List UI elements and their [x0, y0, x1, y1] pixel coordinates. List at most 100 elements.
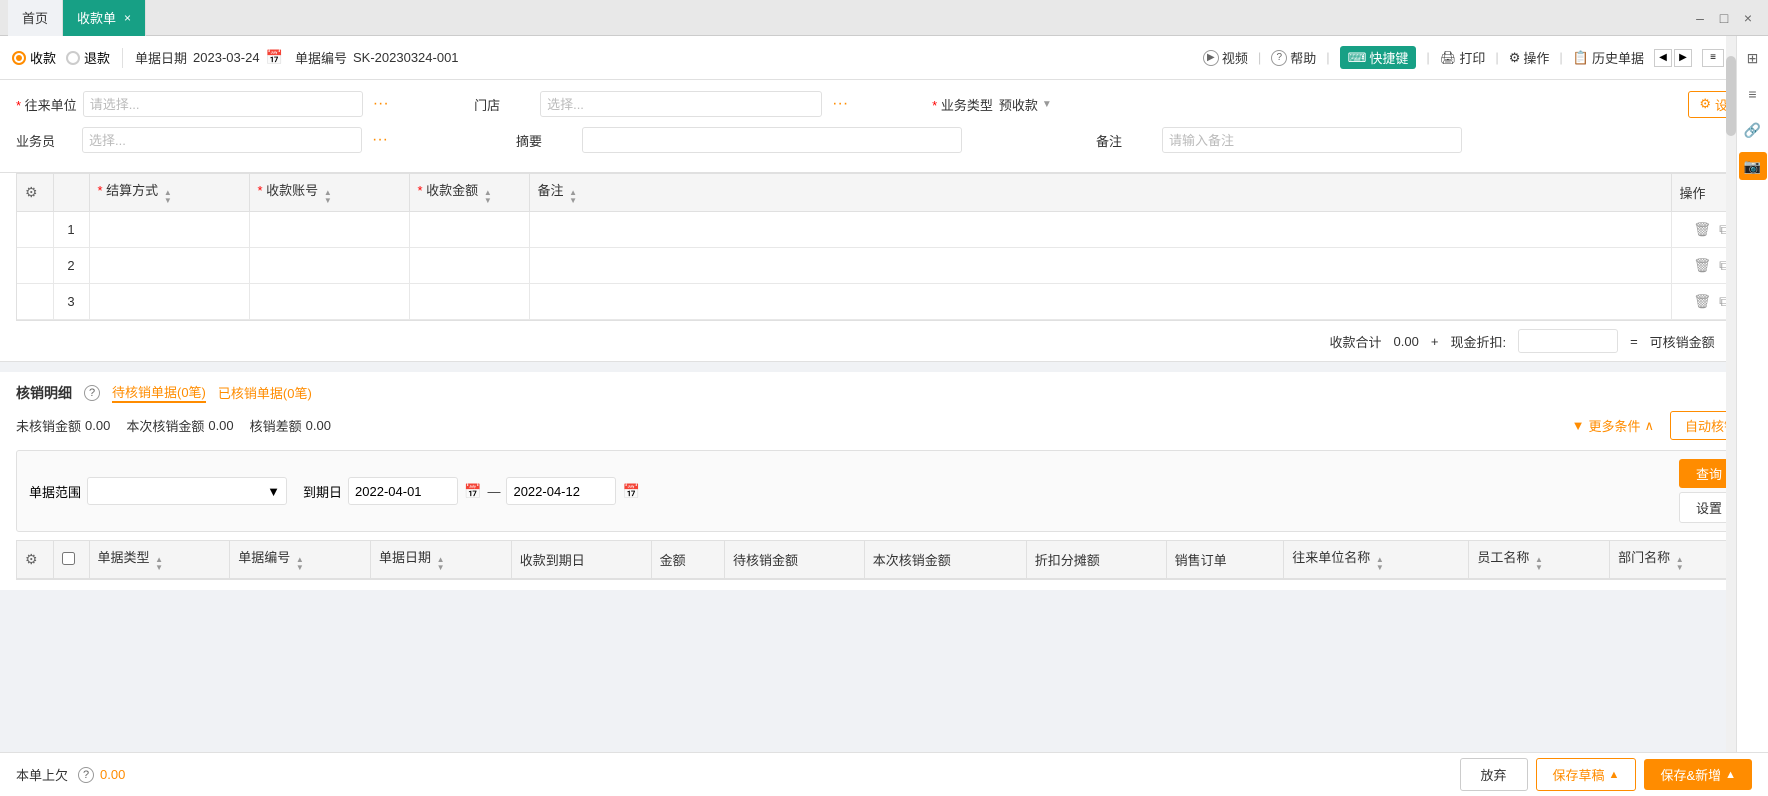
reconcile-section: 核销明细 ? 待核销单据(0笔) 已核销单据(0笔) 未核销金额 0.00 本次…	[0, 372, 1768, 590]
help-link[interactable]: ? 帮助	[1271, 48, 1316, 67]
due-date-field: 到期日 📅 — 📅	[303, 477, 640, 505]
reconcile-header: 核销明细 ? 待核销单据(0笔) 已核销单据(0笔)	[16, 382, 1752, 403]
counterpart-more-icon[interactable]: ···	[369, 95, 393, 113]
remark-field: 备注	[1096, 126, 1752, 154]
row-delete-icon-2[interactable]: 🗑	[1693, 257, 1711, 274]
radio-receipt[interactable]: 收款	[12, 48, 56, 67]
completed-tab[interactable]: 已核销单据(0笔)	[218, 383, 312, 402]
minimize-button[interactable]: –	[1692, 10, 1708, 26]
td-account-2[interactable]	[249, 248, 409, 284]
bth-sales-order: 销售订单	[1166, 541, 1284, 579]
summary-field: 摘要	[516, 126, 1016, 154]
number-label: 单据编号	[295, 48, 347, 67]
sidebar-icon-1[interactable]: ⊞	[1739, 44, 1767, 72]
tab-home[interactable]: 首页	[8, 0, 63, 36]
store-input[interactable]	[540, 91, 822, 117]
td-account-1[interactable]	[249, 212, 409, 248]
tab-receipt[interactable]: 收款单 ×	[63, 0, 146, 36]
staff-input[interactable]	[82, 127, 362, 153]
td-num-2: 2	[53, 248, 89, 284]
more-conditions-button[interactable]: ▼ 更多条件 ∧	[1572, 416, 1654, 435]
store-label: 门店	[474, 95, 534, 114]
reconcile-title: 核销明细	[16, 383, 72, 403]
nav-next-button[interactable]: ▶	[1674, 49, 1692, 67]
sidebar-icon-2[interactable]: ≡	[1739, 80, 1767, 108]
receivable-label: 可核销金额	[1650, 332, 1715, 351]
table-row: 3 🗑 ⧉	[17, 284, 1751, 320]
th-amount: 收款金额 ▲▼	[409, 174, 529, 212]
td-settle-1[interactable]	[89, 212, 249, 248]
print-button[interactable]: 🖨 打印	[1440, 48, 1486, 67]
history-button[interactable]: 📋 历史单据	[1573, 48, 1644, 67]
range-select[interactable]: ▼	[87, 477, 287, 505]
scrollbar-thumb[interactable]	[1726, 56, 1736, 136]
cal-icon-from[interactable]: 📅	[464, 483, 481, 500]
reconcile-help-icon[interactable]: ?	[84, 385, 100, 401]
video-link[interactable]: ▶ 视频	[1203, 48, 1248, 67]
counterpart-input[interactable]	[83, 91, 363, 117]
bth-counterpart: 往来单位名称 ▲▼	[1284, 541, 1469, 579]
date-calendar-icon[interactable]: 📅	[266, 49, 283, 66]
save-new-button[interactable]: 保存&新增 ▲	[1644, 759, 1752, 790]
footer: 本单上欠 ? 0.00 放弃 保存草稿 ▲ 保存&新增 ▲	[0, 752, 1768, 796]
table-gear-icon[interactable]: ⚙	[25, 184, 38, 200]
sidebar-icon-camera[interactable]: 📷	[1739, 152, 1767, 180]
pending-tab[interactable]: 待核销单据(0笔)	[112, 382, 206, 403]
staff-more-icon[interactable]: ···	[368, 131, 392, 149]
current-amount-item: 本次核销金额 0.00	[126, 416, 233, 435]
bottom-table-gear-icon[interactable]: ⚙	[25, 551, 38, 567]
diff-value: 0.00	[306, 418, 331, 433]
td-amount-1[interactable]	[409, 212, 529, 248]
biz-type-dropdown[interactable]: 预收款 ▼	[999, 95, 1052, 114]
td-amount-2[interactable]	[409, 248, 529, 284]
sidebar-icon-attach[interactable]: 🔗	[1739, 116, 1767, 144]
td-num-1: 1	[53, 212, 89, 248]
number-value[interactable]: SK-20230324-001	[353, 50, 459, 65]
remark-input[interactable]	[1162, 127, 1462, 153]
th-account: 收款账号 ▲▼	[249, 174, 409, 212]
toolbar-divider	[122, 48, 123, 68]
td-note-2[interactable]	[529, 248, 1671, 284]
shortcut-button[interactable]: ⌨ 快捷键	[1340, 46, 1417, 69]
radio-group: 收款 退款	[12, 48, 110, 67]
th-gear[interactable]: ⚙	[17, 174, 53, 212]
due-date-from-input[interactable]	[348, 477, 458, 505]
maximize-button[interactable]: □	[1716, 10, 1732, 26]
radio-refund[interactable]: 退款	[66, 48, 110, 67]
layout-list-button[interactable]: ≡	[1702, 49, 1724, 67]
td-amount-3[interactable]	[409, 284, 529, 320]
nav-prev-button[interactable]: ◀	[1654, 49, 1672, 67]
abandon-button[interactable]: 放弃	[1460, 758, 1528, 791]
td-gear-2	[17, 248, 53, 284]
td-num-3: 3	[53, 284, 89, 320]
operate-icon: ⚙	[1509, 50, 1521, 66]
toolbar: 收款 退款 单据日期 2023-03-24 📅 单据编号 SK-20230324…	[0, 36, 1768, 80]
row-delete-icon-1[interactable]: 🗑	[1693, 221, 1711, 238]
store-field: 门店 ···	[474, 90, 852, 118]
tab-close-icon[interactable]: ×	[124, 11, 131, 25]
radio-receipt-circle	[12, 51, 26, 65]
bth-date: 单据日期 ▲▼	[371, 541, 512, 579]
row-delete-icon-3[interactable]: 🗑	[1693, 293, 1711, 310]
td-settle-2[interactable]	[89, 248, 249, 284]
td-note-1[interactable]	[529, 212, 1671, 248]
footer-help-icon[interactable]: ?	[78, 767, 94, 783]
store-more-icon[interactable]: ···	[828, 95, 852, 113]
td-settle-3[interactable]	[89, 284, 249, 320]
due-date-to-input[interactable]	[506, 477, 616, 505]
discount-input[interactable]	[1518, 329, 1618, 353]
date-value[interactable]: 2023-03-24	[193, 50, 260, 65]
due-date-label: 到期日	[303, 482, 342, 501]
summary-input[interactable]	[582, 127, 962, 153]
radio-refund-circle	[66, 51, 80, 65]
operate-button[interactable]: ⚙ 操作	[1509, 48, 1550, 67]
bth-gear[interactable]: ⚙	[17, 541, 53, 579]
cal-icon-to[interactable]: 📅	[622, 483, 639, 500]
select-all-checkbox[interactable]	[62, 552, 75, 565]
td-note-3[interactable]	[529, 284, 1671, 320]
bth-staff: 员工名称 ▲▼	[1469, 541, 1610, 579]
close-button[interactable]: ×	[1740, 10, 1756, 26]
td-account-3[interactable]	[249, 284, 409, 320]
plus-sign: +	[1431, 334, 1439, 349]
save-draft-button[interactable]: 保存草稿 ▲	[1536, 758, 1637, 791]
